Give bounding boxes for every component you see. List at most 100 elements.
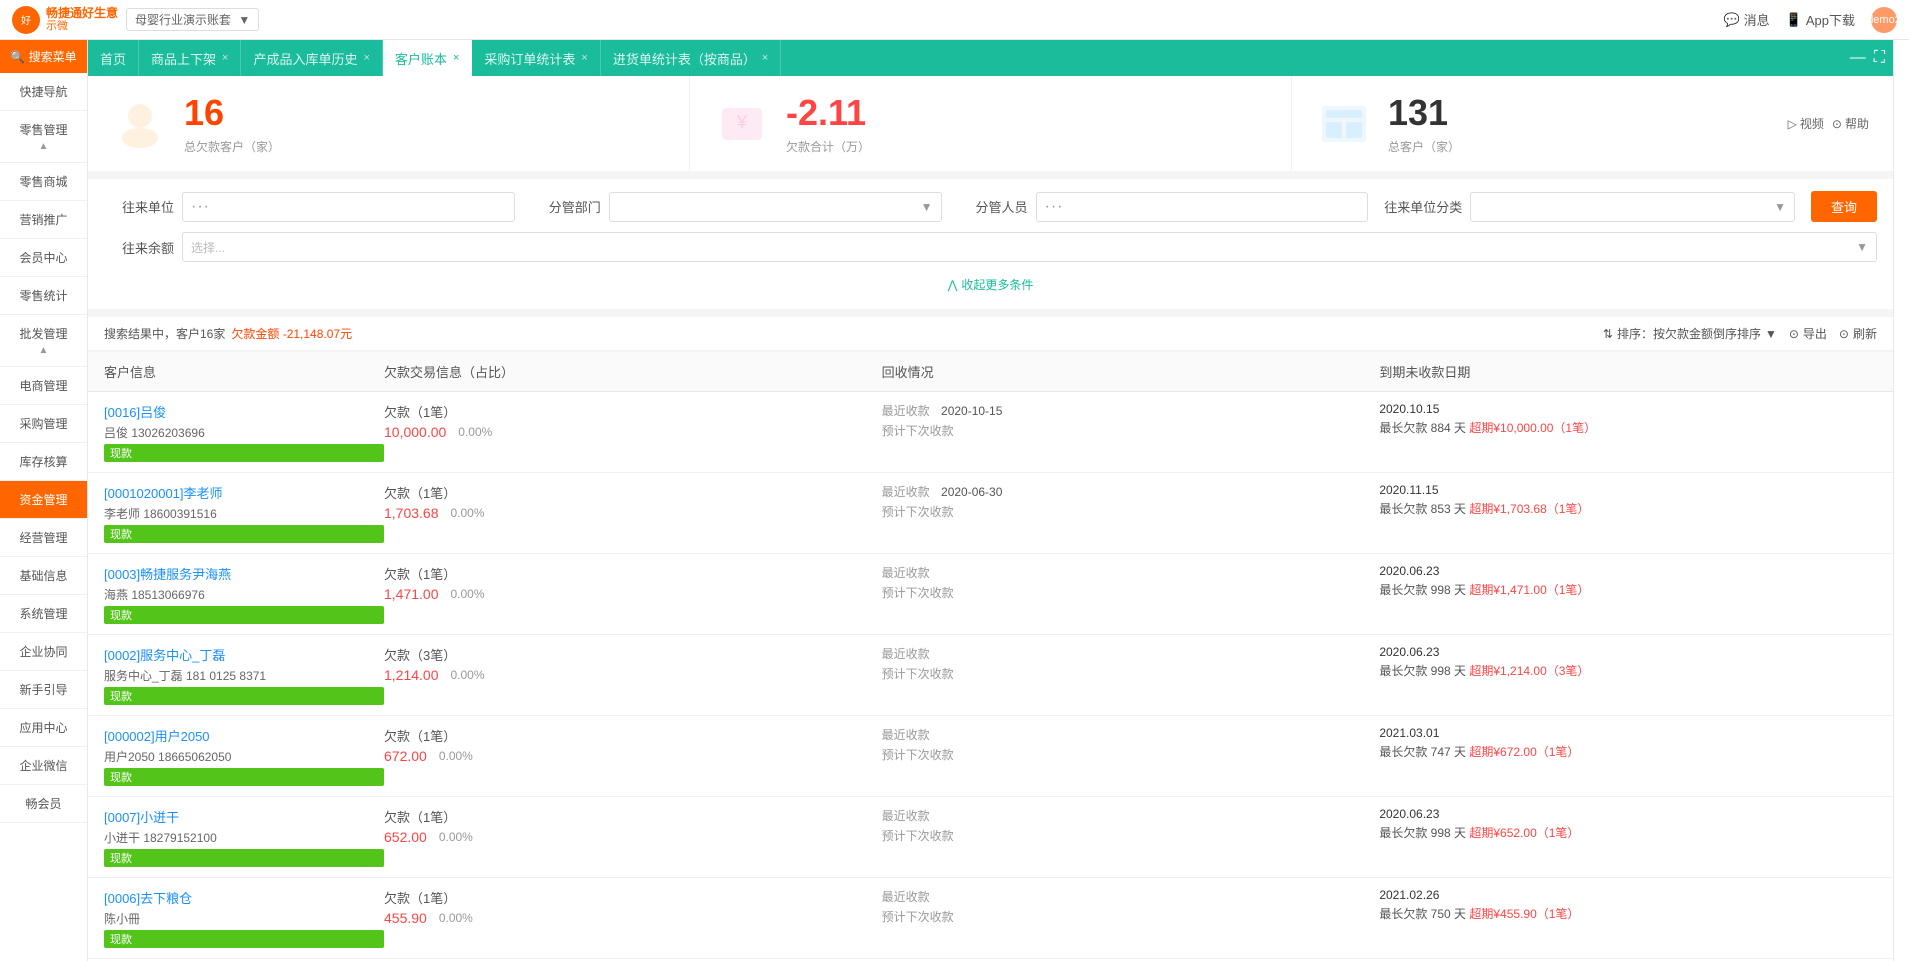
overdue-amount-link[interactable]: 超期¥1,214.00（3笔）	[1469, 664, 1589, 678]
customer-name-link[interactable]: [0002]服务中心_丁磊	[104, 645, 384, 664]
overdue-amount-link[interactable]: 超期¥455.90（1笔）	[1469, 907, 1579, 921]
debtors-label: 总欠款客户（家）	[184, 138, 280, 155]
overdue-amount-link[interactable]: 超期¥672.00（1笔）	[1469, 745, 1579, 759]
query-button[interactable]: 查询	[1811, 191, 1877, 222]
collapse-btn[interactable]: ⋀ 收起更多条件	[948, 276, 1034, 293]
customer-name-link[interactable]: [0001020001]李老师	[104, 483, 384, 502]
debt-info-cell: 欠款（1笔） 1,471.00 0.00%	[384, 564, 882, 624]
customer-info-cell: [0007]小迸干 小迸干 18279152100 现款	[104, 807, 384, 867]
sidebar-item-finance[interactable]: 资金管理	[0, 481, 87, 519]
customer-tag: 现款	[104, 606, 384, 624]
sidebar-item-retail-mgmt[interactable]: 零售管理 ▲	[0, 111, 87, 163]
customer-info-cell: [000002]用户2050 用户2050 18665062050 现款	[104, 726, 384, 786]
overdue-info-cell: 2020.06.23 最长欠款 998 天 超期¥652.00（1笔）	[1379, 807, 1877, 867]
sidebar-item-purchase[interactable]: 采购管理	[0, 405, 87, 443]
sidebar-item-vip[interactable]: 畅会员	[0, 785, 87, 823]
customer-name-link[interactable]: [0006]去下粮仓	[104, 888, 384, 907]
debt-info-cell: 欠款（1笔） 672.00 0.00%	[384, 726, 882, 786]
customer-name-link[interactable]: [0016]吕俊	[104, 402, 384, 421]
filter-area: 往来单位 ··· 分管部门 ▼ 分管人员	[88, 179, 1893, 309]
maximize-icon[interactable]: ⛶	[1874, 49, 1885, 67]
tab-close-icon[interactable]: ×	[453, 52, 459, 64]
sidebar-item-basic-info[interactable]: 基础信息	[0, 557, 87, 595]
last-payment-date: 2020-10-15	[941, 404, 1002, 418]
sidebar-item-inventory[interactable]: 库存核算	[0, 443, 87, 481]
sidebar-item-enterprise[interactable]: 企业协同	[0, 633, 87, 671]
message-icon: 💬	[1723, 12, 1739, 28]
debt-info-cell: 欠款（1笔） 455.90 0.00%	[384, 888, 882, 948]
overdue-amount-link[interactable]: 超期¥1,471.00（1笔）	[1469, 583, 1589, 597]
sidebar-item-operations[interactable]: 经营管理	[0, 519, 87, 557]
help-btn[interactable]: ⊙ 帮助	[1832, 115, 1869, 132]
tab-inbound-stats[interactable]: 进货单统计表（按商品） ×	[601, 40, 781, 76]
sidebar-item-app-center[interactable]: 应用中心	[0, 709, 87, 747]
search-menu-btn[interactable]: 🔍 搜索菜单	[0, 40, 87, 73]
video-btn[interactable]: ▷ 视频	[1788, 115, 1824, 132]
tab-purchase-order[interactable]: 采购订单统计表 ×	[472, 40, 600, 76]
sidebar-item-new-guide[interactable]: 新手引导	[0, 671, 87, 709]
sidebar-item-member[interactable]: 会员中心	[0, 239, 87, 277]
result-summary: 搜索结果中，客户16家 欠款金额 -21,148.07元	[104, 325, 352, 342]
tab-product-off[interactable]: 商品上下架 ×	[139, 40, 241, 76]
customer-tag: 现款	[104, 444, 384, 462]
export-btn[interactable]: ⊙ 导出	[1789, 325, 1827, 342]
debt-percent: 0.00%	[458, 425, 492, 439]
message-btn[interactable]: 💬 消息	[1723, 10, 1769, 29]
sidebar-item-ecommerce[interactable]: 电商管理	[0, 367, 87, 405]
table-row: [0003]畅捷服务尹海燕 海燕 18513066976 现款 欠款（1笔） 1…	[88, 554, 1893, 635]
debt-percent: 0.00%	[451, 506, 485, 520]
data-table: 客户信息 欠款交易信息（占比） 回收情况 到期未收款日期 [0016]吕俊 吕俊…	[88, 352, 1893, 961]
user-menu[interactable]: demo2	[1871, 7, 1897, 33]
overdue-amount-link[interactable]: 超期¥652.00（1笔）	[1469, 826, 1579, 840]
minimize-icon[interactable]: —	[1850, 49, 1866, 67]
recovery-info-cell: 最近收款 2020-10-15 预计下次收款	[882, 402, 1380, 462]
balance-select[interactable]: 选择... ▼	[182, 232, 1877, 262]
tab-home[interactable]: 首页	[88, 40, 139, 76]
division-select[interactable]: ▼	[609, 192, 942, 222]
manager-input[interactable]: ···	[1036, 192, 1369, 222]
tab-bar-actions: — ⛶	[1842, 49, 1893, 67]
debtors-icon	[112, 96, 168, 152]
right-scrollbar[interactable]	[1893, 40, 1909, 961]
debt-info-cell: 欠款（1笔） 1,703.68 0.00%	[384, 483, 882, 543]
content-area: 16 总欠款客户（家） ¥ -2.11 欠款合计（万）	[88, 76, 1893, 961]
chevron-down-icon: ▲	[39, 345, 49, 356]
unit-category-select[interactable]: ▼	[1470, 192, 1795, 222]
sidebar-item-retail-stats[interactable]: 零售统计	[0, 277, 87, 315]
sidebar-item-retail-mall[interactable]: 零售商城	[0, 163, 87, 201]
company-selector[interactable]: 母婴行业演示账套 ▼	[126, 8, 259, 31]
sidebar-item-marketing[interactable]: 营销推广	[0, 201, 87, 239]
debt-icon: ¥	[714, 96, 770, 152]
tab-product-history[interactable]: 产成品入库单历史 ×	[241, 40, 382, 76]
customer-name-link[interactable]: [0007]小迸干	[104, 807, 384, 826]
debt-amount: 10,000.00	[384, 424, 446, 440]
recovery-info-cell: 最近收款 2020-06-30 预计下次收款	[882, 483, 1380, 543]
customer-phone: 海燕 18513066976	[104, 586, 384, 603]
tab-close-icon[interactable]: ×	[363, 52, 369, 64]
overdue-amount-link[interactable]: 超期¥1,703.68（1笔）	[1469, 502, 1589, 516]
tab-close-icon[interactable]: ×	[222, 52, 228, 64]
customer-name-link[interactable]: [000002]用户2050	[104, 726, 384, 745]
help-icon: ⊙	[1832, 117, 1842, 131]
tab-customer-account[interactable]: 客户账本 ×	[383, 40, 472, 76]
sidebar-item-quick-nav[interactable]: 快捷导航	[0, 73, 87, 111]
sidebar-item-system[interactable]: 系统管理	[0, 595, 87, 633]
sort-btn[interactable]: ⇅ 排序：按欠款金额倒序排序 ▼	[1603, 325, 1777, 342]
refresh-btn[interactable]: ⊙ 刷新	[1839, 325, 1877, 342]
app-download-btn[interactable]: 📱 App下载	[1786, 10, 1855, 29]
refresh-icon: ⊙	[1839, 327, 1849, 341]
overdue-info-cell: 2021.03.01 最长欠款 747 天 超期¥672.00（1笔）	[1379, 726, 1877, 786]
sidebar-item-wechat-work[interactable]: 企业微信	[0, 747, 87, 785]
source-unit-input[interactable]: ···	[182, 192, 515, 222]
sidebar-item-batch-mgmt[interactable]: 批发管理 ▲	[0, 315, 87, 367]
video-icon: ▷	[1788, 117, 1797, 131]
tab-close-icon[interactable]: ×	[762, 52, 768, 64]
overdue-amount-link[interactable]: 超期¥10,000.00（1笔）	[1469, 421, 1596, 435]
debtors-value: 16	[184, 92, 280, 134]
tab-close-icon[interactable]: ×	[581, 52, 587, 64]
balance-label: 往来余额	[104, 238, 174, 257]
recovery-info-cell: 最近收款 预计下次收款	[882, 726, 1380, 786]
customer-name-link[interactable]: [0003]畅捷服务尹海燕	[104, 564, 384, 583]
filter-division: 分管部门 ▼	[531, 192, 942, 222]
due-date: 2020.10.15	[1379, 402, 1877, 416]
